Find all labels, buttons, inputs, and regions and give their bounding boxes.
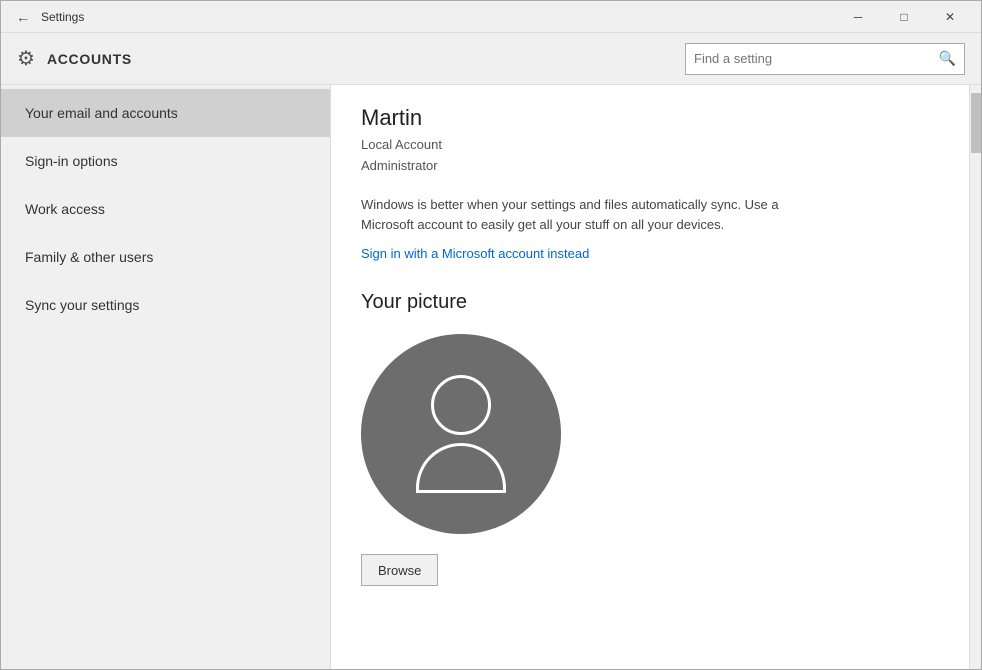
sidebar-item-label: Family & other users — [25, 249, 153, 265]
user-name: Martin — [361, 105, 939, 131]
minimize-button[interactable]: ─ — [835, 1, 881, 33]
sidebar-item-label: Work access — [25, 201, 105, 217]
back-icon: ← — [16, 9, 30, 25]
accounts-icon: ⚙ — [17, 46, 35, 71]
scrollbar-track[interactable] — [969, 85, 981, 669]
maximize-button[interactable]: □ — [881, 1, 927, 33]
sidebar-item-label: Sync your settings — [25, 297, 139, 313]
search-input[interactable] — [686, 51, 931, 66]
browse-button[interactable]: Browse — [361, 554, 438, 586]
window-controls: ─ □ ✕ — [835, 1, 973, 33]
app-title: ACCOUNTS — [47, 51, 132, 67]
picture-section-title: Your picture — [361, 291, 939, 314]
search-box[interactable]: 🔍 — [685, 43, 965, 75]
settings-window: ← Settings ─ □ ✕ ⚙ ACCOUNTS 🔍 Your email… — [0, 0, 982, 670]
avatar-head — [431, 375, 491, 435]
window-title: Settings — [41, 10, 84, 24]
sidebar-item-label: Sign-in options — [25, 153, 118, 169]
avatar-body — [416, 443, 506, 493]
main-layout: Your email and accounts Sign-in options … — [1, 85, 981, 669]
back-button[interactable]: ← — [9, 3, 37, 31]
sidebar-item-email-accounts[interactable]: Your email and accounts — [1, 89, 330, 137]
sidebar-item-signin-options[interactable]: Sign-in options — [1, 137, 330, 185]
sidebar-item-sync-settings[interactable]: Sync your settings — [1, 281, 330, 329]
scrollbar-thumb[interactable] — [971, 93, 981, 153]
sidebar-item-family-users[interactable]: Family & other users — [1, 233, 330, 281]
avatar-icon — [416, 375, 506, 493]
content-area: Martin Local Account Administrator Windo… — [331, 85, 969, 669]
sidebar-item-work-access[interactable]: Work access — [1, 185, 330, 233]
account-role: Administrator — [361, 156, 939, 177]
app-header: ⚙ ACCOUNTS 🔍 — [1, 33, 981, 85]
sidebar-item-label: Your email and accounts — [25, 105, 178, 121]
avatar — [361, 334, 561, 534]
search-icon: 🔍 — [931, 50, 964, 67]
ms-account-link[interactable]: Sign in with a Microsoft account instead — [361, 246, 589, 261]
sync-message: Windows is better when your settings and… — [361, 195, 801, 237]
title-bar: ← Settings ─ □ ✕ — [1, 1, 981, 33]
close-button[interactable]: ✕ — [927, 1, 973, 33]
account-type: Local Account — [361, 135, 939, 156]
sidebar: Your email and accounts Sign-in options … — [1, 85, 331, 669]
